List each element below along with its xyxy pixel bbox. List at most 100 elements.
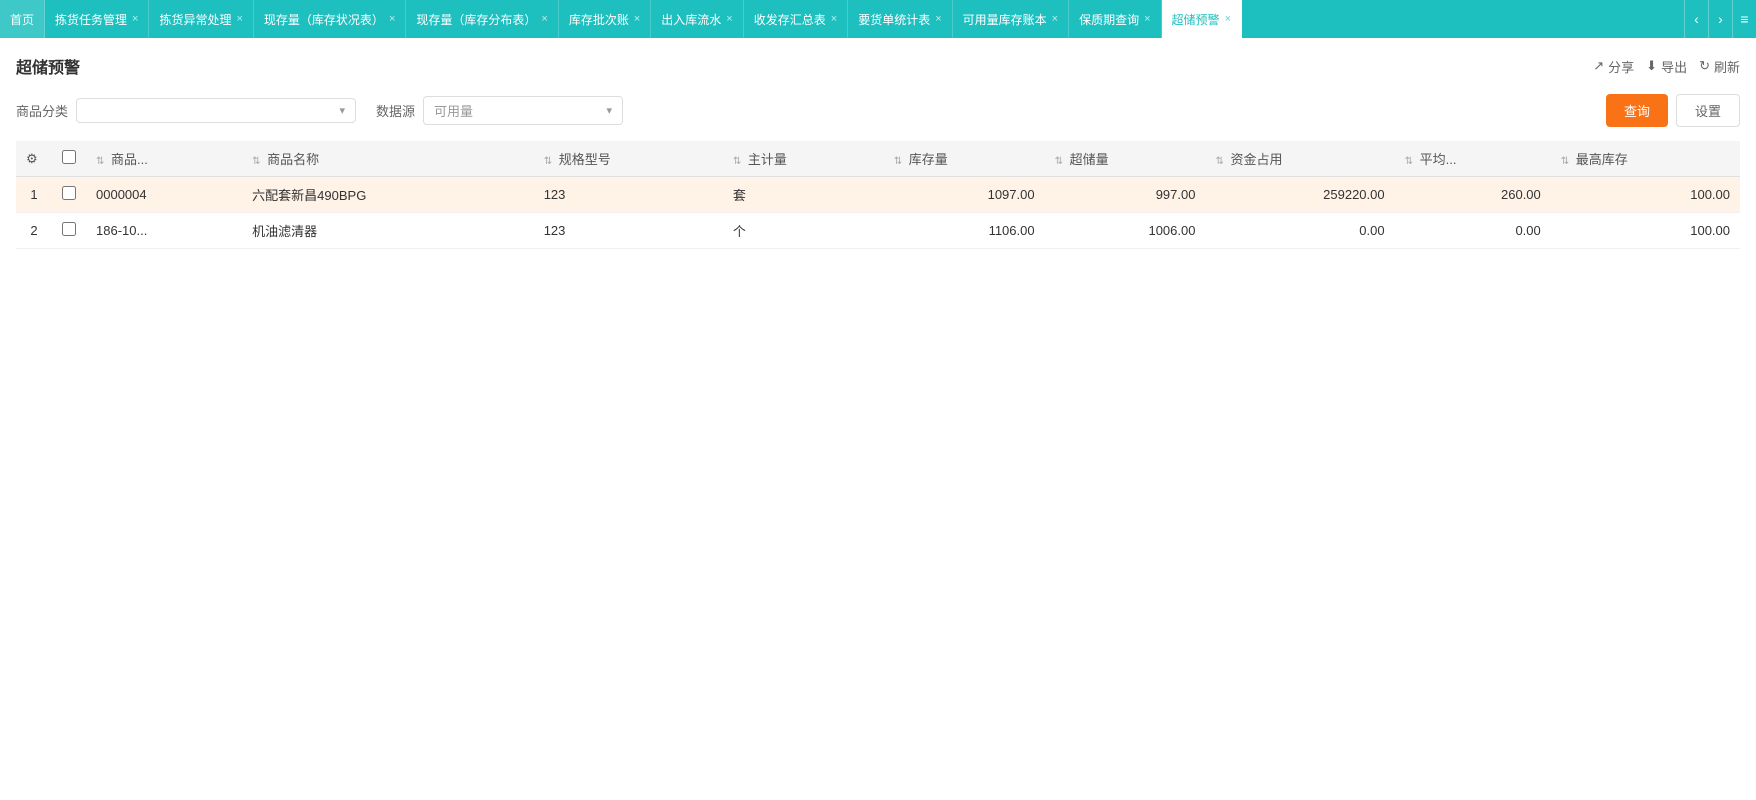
sort-icon: ⇅: [1055, 156, 1063, 167]
row-checkbox-cell[interactable]: [52, 213, 86, 249]
nav-summary[interactable]: 收发存汇总表 ×: [744, 0, 848, 38]
filter-buttons: 查询 设置: [1606, 94, 1740, 127]
nav-expiry[interactable]: 保质期查询 ×: [1069, 0, 1161, 38]
stock-cell: 1097.00: [884, 177, 1045, 213]
data-source-label: 数据源: [376, 101, 415, 120]
nav-stock-dist[interactable]: 现存量（库存分布表） ×: [406, 0, 558, 38]
close-icon[interactable]: ×: [935, 13, 941, 25]
sort-icon: ⇅: [894, 156, 902, 167]
close-icon[interactable]: ×: [541, 13, 547, 25]
max-stock-cell: 100.00: [1551, 213, 1740, 249]
close-icon[interactable]: ×: [132, 13, 138, 25]
refresh-icon: ↻: [1699, 58, 1710, 74]
over-stock-cell: 1006.00: [1045, 213, 1206, 249]
nav-arrow-group: ‹ › ≡: [1684, 0, 1756, 38]
close-icon[interactable]: ×: [1144, 13, 1150, 25]
close-icon[interactable]: ×: [831, 13, 837, 25]
product-code-cell: 186-10...: [86, 213, 242, 249]
avg-cell: 0.00: [1395, 213, 1551, 249]
stock-column-header[interactable]: ⇅ 库存量: [884, 141, 1045, 177]
export-button[interactable]: ⬇ 导出: [1646, 57, 1687, 76]
sort-icon: ⇅: [733, 156, 741, 167]
stock-cell: 1106.00: [884, 213, 1045, 249]
data-source-filter: 数据源 可用量 ▾: [376, 96, 623, 125]
sort-icon: ⇅: [1215, 156, 1223, 167]
nav-overstock[interactable]: 超储预警 ×: [1162, 0, 1242, 38]
avg-column-header[interactable]: ⇅ 平均...: [1395, 141, 1551, 177]
row-checkbox[interactable]: [62, 222, 76, 236]
product-category-select[interactable]: ▾: [76, 98, 356, 123]
row-index: 2: [16, 213, 52, 249]
table-row: 1 0000004 六配套新昌490BPG 123 套 1097.00 997.…: [16, 177, 1740, 213]
capital-cell: 0.00: [1205, 213, 1394, 249]
product-name-cell: 六配套新昌490BPG: [242, 177, 534, 213]
chevron-down-icon: ▾: [607, 104, 613, 117]
over-stock-cell: 997.00: [1045, 177, 1206, 213]
query-button[interactable]: 查询: [1606, 94, 1668, 127]
product-category-filter: 商品分类 ▾: [16, 98, 356, 123]
nav-task-mgmt[interactable]: 拣货任务管理 ×: [45, 0, 149, 38]
page-container: 超储预警 ↗ 分享 ⬇ 导出 ↻ 刷新 商品分类 ▾: [0, 38, 1756, 800]
spec-cell: 123: [534, 177, 723, 213]
header-actions: ↗ 分享 ⬇ 导出 ↻ 刷新: [1593, 57, 1740, 76]
page-header: 超储预警 ↗ 分享 ⬇ 导出 ↻ 刷新: [16, 54, 1740, 78]
table-body: 1 0000004 六配套新昌490BPG 123 套 1097.00 997.…: [16, 177, 1740, 249]
select-all-checkbox[interactable]: [62, 150, 76, 164]
nav-requisition[interactable]: 要货单统计表 ×: [848, 0, 952, 38]
nav-prev-button[interactable]: ‹: [1684, 0, 1708, 38]
gear-column-header[interactable]: ⚙: [16, 141, 52, 177]
close-icon[interactable]: ×: [634, 13, 640, 25]
nav-exception[interactable]: 拣货异常处理 ×: [149, 0, 253, 38]
close-icon-active[interactable]: ×: [1225, 13, 1231, 25]
sort-icon: ⇅: [1405, 156, 1413, 167]
table-header: ⚙ ⇅ 商品... ⇅ 商品名称 ⇅ 规格型号 ⇅: [16, 141, 1740, 177]
data-source-select[interactable]: 可用量 ▾: [423, 96, 623, 125]
unit-cell: 套: [723, 177, 884, 213]
row-checkbox[interactable]: [62, 186, 76, 200]
nav-stock-status[interactable]: 现存量（库存状况表） ×: [254, 0, 406, 38]
product-name-cell: 机油滤清器: [242, 213, 534, 249]
avg-cell: 260.00: [1395, 177, 1551, 213]
nav-menu-button[interactable]: ≡: [1732, 0, 1756, 38]
table-row: 2 186-10... 机油滤清器 123 个 1106.00 1006.00 …: [16, 213, 1740, 249]
share-icon: ↗: [1593, 58, 1604, 74]
nav-flow[interactable]: 出入库流水 ×: [651, 0, 743, 38]
data-table: ⚙ ⇅ 商品... ⇅ 商品名称 ⇅ 规格型号 ⇅: [16, 141, 1740, 249]
nav-next-button[interactable]: ›: [1708, 0, 1732, 38]
page-title: 超储预警: [16, 54, 80, 78]
product-code-column-header[interactable]: ⇅ 商品...: [86, 141, 242, 177]
nav-available[interactable]: 可用量库存账本 ×: [953, 0, 1069, 38]
refresh-button[interactable]: ↻ 刷新: [1699, 57, 1740, 76]
close-icon[interactable]: ×: [726, 13, 732, 25]
filter-section: 商品分类 ▾ 数据源 可用量 ▾ 查询 设置: [16, 94, 1740, 127]
over-stock-column-header[interactable]: ⇅ 超储量: [1045, 141, 1206, 177]
row-index: 1: [16, 177, 52, 213]
nav-batch[interactable]: 库存批次账 ×: [559, 0, 651, 38]
product-name-column-header[interactable]: ⇅ 商品名称: [242, 141, 534, 177]
spec-cell: 123: [534, 213, 723, 249]
sort-icon: ⇅: [1561, 156, 1569, 167]
close-icon[interactable]: ×: [236, 13, 242, 25]
sort-icon: ⇅: [544, 156, 552, 167]
top-navigation: 首页 拣货任务管理 × 拣货异常处理 × 现存量（库存状况表） × 现存量（库存…: [0, 0, 1756, 38]
capital-column-header[interactable]: ⇅ 资金占用: [1205, 141, 1394, 177]
sort-icon: ⇅: [252, 156, 260, 167]
unit-cell: 个: [723, 213, 884, 249]
product-category-label: 商品分类: [16, 101, 68, 120]
spec-column-header[interactable]: ⇅ 规格型号: [534, 141, 723, 177]
unit-column-header[interactable]: ⇅ 主计量: [723, 141, 884, 177]
nav-home[interactable]: 首页: [0, 0, 45, 38]
share-button[interactable]: ↗ 分享: [1593, 57, 1634, 76]
settings-button[interactable]: 设置: [1676, 94, 1740, 127]
close-icon[interactable]: ×: [389, 13, 395, 25]
close-icon[interactable]: ×: [1052, 13, 1058, 25]
export-icon: ⬇: [1646, 58, 1657, 74]
product-code-cell: 0000004: [86, 177, 242, 213]
max-stock-column-header[interactable]: ⇅ 最高库存: [1551, 141, 1740, 177]
capital-cell: 259220.00: [1205, 177, 1394, 213]
checkbox-column-header[interactable]: [52, 141, 86, 177]
max-stock-cell: 100.00: [1551, 177, 1740, 213]
row-checkbox-cell[interactable]: [52, 177, 86, 213]
chevron-down-icon: ▾: [339, 104, 345, 117]
gear-icon[interactable]: ⚙: [26, 151, 38, 166]
